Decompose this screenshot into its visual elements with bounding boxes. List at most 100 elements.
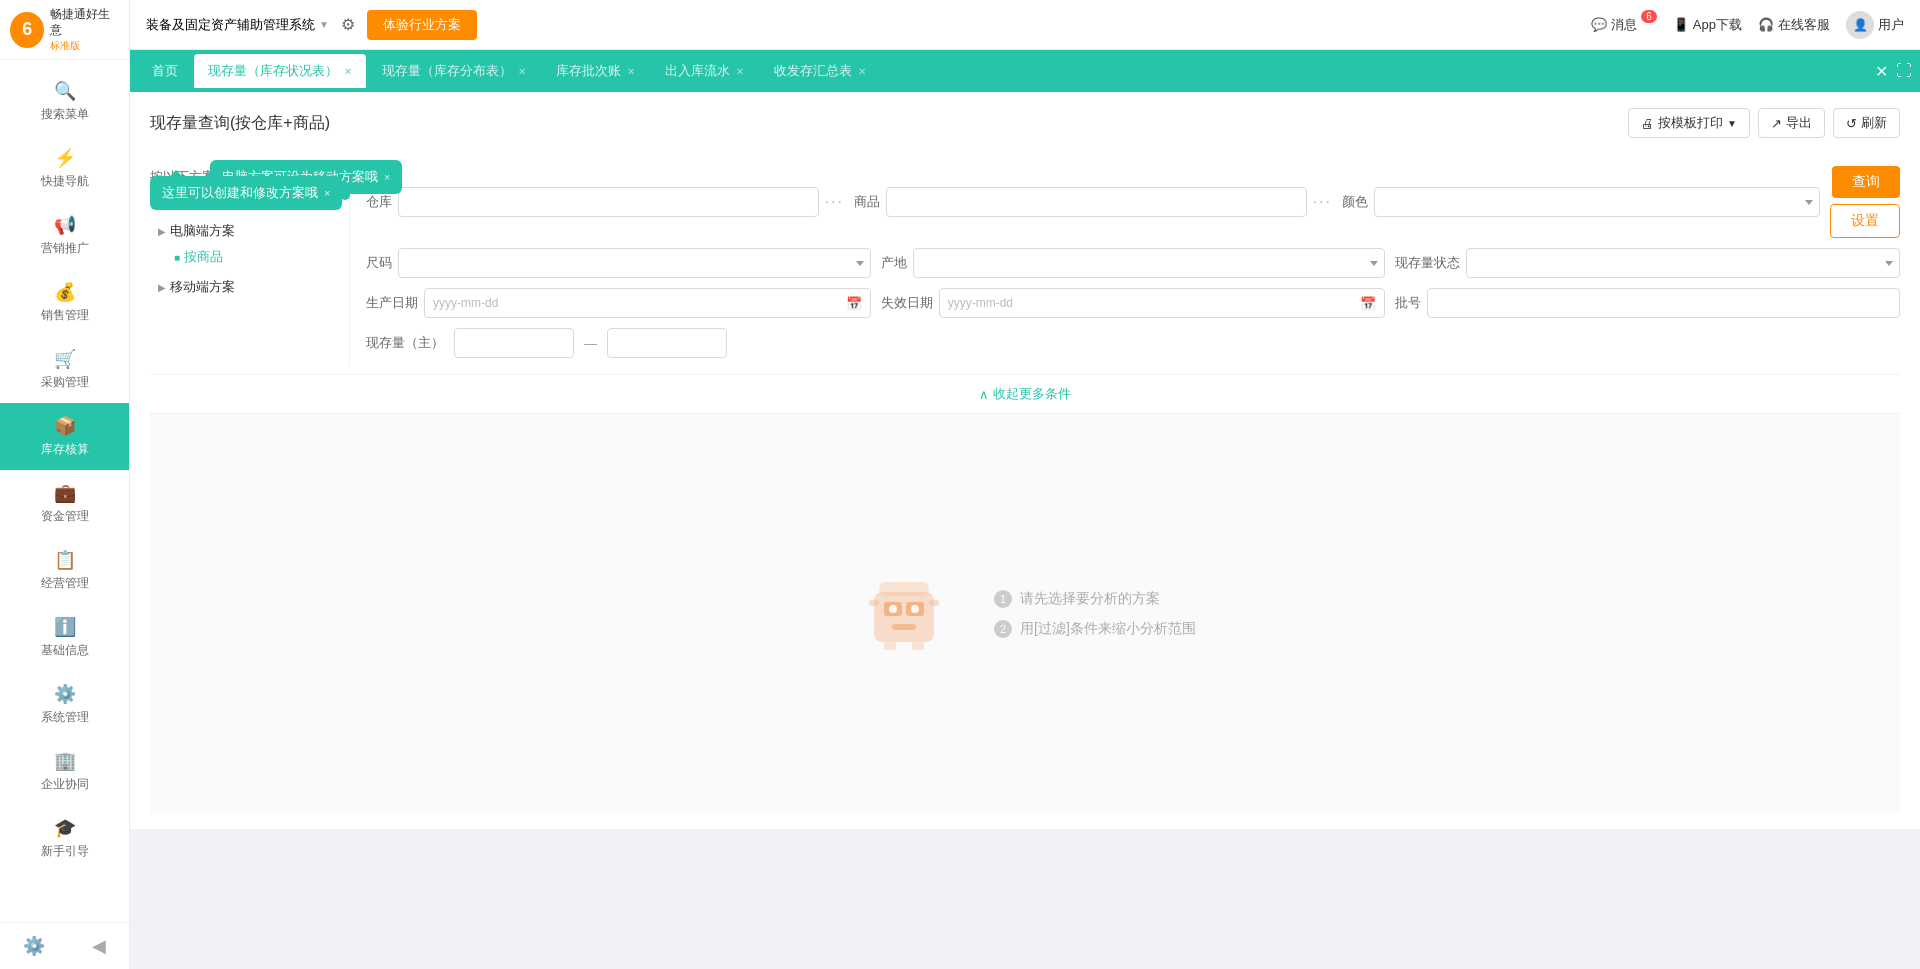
tab-summary[interactable]: 收发存汇总表 ✕ [760, 54, 880, 88]
warehouse-field: 仓库 ··· [366, 187, 844, 217]
sidebar-item-marketing[interactable]: 📢 营销推广 [0, 202, 129, 269]
warehouse-dots[interactable]: ··· [825, 193, 844, 211]
plan-child-indicator: ■ [174, 252, 180, 263]
tab-fullscreen-button[interactable]: ⛶ [1896, 62, 1912, 80]
tip-text-2: 用[过滤]条件来缩小分析范围 [1020, 620, 1196, 638]
plan-tree-child: ■ 按商品 [150, 244, 337, 270]
settings-bottom-icon[interactable]: ⚙️ [23, 935, 45, 957]
batch-input[interactable] [1427, 288, 1900, 318]
quick-nav-icon: ⚡ [54, 147, 76, 169]
sidebar-logo: 6 畅捷通好生意 标准版 [0, 0, 129, 60]
warehouse-label: 仓库 [366, 193, 392, 211]
refresh-button[interactable]: ↺ 刷新 [1833, 108, 1900, 138]
print-icon: 🖨 [1641, 116, 1654, 131]
search-button[interactable]: 查询 [1832, 166, 1900, 198]
refresh-icon: ↺ [1846, 116, 1857, 131]
export-button[interactable]: ↗ 导出 [1758, 108, 1825, 138]
tab-close-in-out-flow[interactable]: ✕ [736, 66, 744, 77]
sidebar-item-quick-nav[interactable]: ⚡ 快捷导航 [0, 135, 129, 202]
sidebar-item-purchase[interactable]: 🛒 采购管理 [0, 336, 129, 403]
main-container: 装备及固定资产辅助管理系统 ▼ ⚙ 体验行业方案 💬 消息 6 📱 App下载 … [130, 0, 1920, 969]
tab-batch-ledger[interactable]: 库存批次账 ✕ [542, 54, 649, 88]
sidebar-nav: 🔍 搜索菜单 ⚡ 快捷导航 📢 营销推广 💰 销售管理 🛒 采购管理 📦 库存核… [0, 60, 129, 922]
tab-in-out-flow[interactable]: 出入库流水 ✕ [651, 54, 758, 88]
tab-close-all-button[interactable]: ✕ [1875, 62, 1888, 81]
plan-child-goods[interactable]: ■ 按商品 [174, 244, 337, 270]
finance-icon: 💼 [54, 482, 76, 504]
origin-select[interactable] [913, 248, 1386, 278]
produce-date-label: 生产日期 [366, 294, 418, 312]
stock-main-to[interactable] [607, 328, 727, 358]
app-download-action[interactable]: 📱 App下载 [1673, 16, 1742, 34]
tab-close-batch-ledger[interactable]: ✕ [627, 66, 635, 77]
page-area: 现存量查询(按仓库+商品) 🖨 按模板打印 ▼ ↗ 导出 ↺ 刷新 [130, 92, 1920, 969]
experience-button[interactable]: 体验行业方案 [367, 10, 477, 40]
sidebar-item-system[interactable]: ⚙️ 系统管理 [0, 671, 129, 738]
headset-icon: 🎧 [1758, 17, 1774, 32]
color-label: 颜色 [1342, 193, 1368, 211]
expire-date-input[interactable]: yyyy-mm-dd 📅 [939, 288, 1386, 318]
goods-label: 商品 [854, 193, 880, 211]
produce-date-input[interactable]: yyyy-mm-dd 📅 [424, 288, 871, 318]
empty-tip-2: 2 用[过滤]条件来缩小分析范围 [994, 620, 1196, 638]
settings-gear-icon[interactable]: ⚙ [341, 15, 355, 34]
size-label: 尺码 [366, 254, 392, 272]
sidebar-item-enterprise[interactable]: 🏢 企业协同 [0, 738, 129, 805]
enterprise-icon: 🏢 [54, 750, 76, 772]
empty-tip-1: 1 请先选择要分析的方案 [994, 590, 1196, 608]
purchase-icon: 🛒 [54, 348, 76, 370]
svg-rect-5 [892, 624, 916, 630]
sidebar-item-search-menu[interactable]: 🔍 搜索菜单 [0, 68, 129, 135]
warehouse-input[interactable] [398, 187, 819, 217]
stock-status-select[interactable] [1466, 248, 1900, 278]
empty-illustration [854, 562, 954, 665]
tooltip1-close[interactable]: × [384, 171, 390, 183]
tab-bar: 首页 现存量（库存状况表） ✕ 现存量（库存分布表） ✕ 库存批次账 ✕ 出入库… [130, 50, 1920, 92]
stock-status-label: 现存量状态 [1395, 254, 1460, 272]
sidebar-item-base-info[interactable]: ℹ️ 基础信息 [0, 604, 129, 671]
expire-date-field: 失效日期 yyyy-mm-dd 📅 [881, 288, 1386, 318]
set-button[interactable]: 设置 [1830, 204, 1900, 238]
sidebar-item-sales[interactable]: 💰 销售管理 [0, 269, 129, 336]
export-icon: ↗ [1771, 116, 1782, 131]
tab-inventory-status[interactable]: 现存量（库存状况表） ✕ [194, 54, 366, 88]
messages-action[interactable]: 💬 消息 6 [1591, 16, 1657, 34]
tab-close-summary[interactable]: ✕ [858, 66, 866, 77]
plan-mobile[interactable]: ▶ 移动端方案 [150, 274, 337, 300]
system-title-dropdown[interactable]: 装备及固定资产辅助管理系统 ▼ [146, 16, 329, 34]
collapse-sidebar-icon[interactable]: ◀ [92, 935, 106, 957]
stock-main-from[interactable] [454, 328, 574, 358]
phone-icon: 📱 [1673, 17, 1689, 32]
tab-close-inventory-status[interactable]: ✕ [344, 66, 352, 77]
page-title: 现存量查询(按仓库+商品) [150, 113, 330, 134]
size-select[interactable] [398, 248, 871, 278]
stock-main-label: 现存量（主） [366, 334, 444, 352]
color-select[interactable] [1374, 187, 1820, 217]
svg-rect-7 [929, 600, 939, 606]
empty-state: 1 请先选择要分析的方案 2 用[过滤]条件来缩小分析范围 [854, 562, 1196, 665]
tab-inventory-distribution[interactable]: 现存量（库存分布表） ✕ [368, 54, 540, 88]
goods-dots[interactable]: ··· [1313, 193, 1332, 211]
tooltip2-close[interactable]: × [324, 187, 330, 199]
sidebar-item-finance[interactable]: 💼 资金管理 [0, 470, 129, 537]
tab-close-inventory-distribution[interactable]: ✕ [518, 66, 526, 77]
tooltip-create-plan: 这里可以创建和修改方案哦 × [150, 176, 342, 210]
collapse-bar[interactable]: ∧ 收起更多条件 [150, 374, 1900, 413]
online-support-action[interactable]: 🎧 在线客服 [1758, 16, 1830, 34]
page-title-bar: 现存量查询(按仓库+商品) 🖨 按模板打印 ▼ ↗ 导出 ↺ 刷新 [150, 108, 1900, 138]
tab-home[interactable]: 首页 [138, 54, 192, 88]
goods-input[interactable] [886, 187, 1307, 217]
expire-date-calendar-icon: 📅 [1360, 296, 1376, 311]
sidebar-item-operations[interactable]: 📋 经营管理 [0, 537, 129, 604]
range-separator: — [584, 336, 597, 351]
svg-rect-9 [912, 642, 924, 650]
sidebar-item-guide[interactable]: 🎓 新手引导 [0, 805, 129, 872]
print-button[interactable]: 🖨 按模板打印 ▼ [1628, 108, 1750, 138]
sidebar-item-inventory[interactable]: 📦 库存核算 [0, 403, 129, 470]
operations-icon: 📋 [54, 549, 76, 571]
message-icon: 💬 [1591, 17, 1607, 32]
user-action[interactable]: 👤 用户 [1846, 11, 1904, 39]
svg-rect-8 [884, 642, 896, 650]
plan-desktop[interactable]: ▶ 电脑端方案 [150, 218, 337, 244]
header-left: 装备及固定资产辅助管理系统 ▼ ⚙ 体验行业方案 [146, 10, 477, 40]
